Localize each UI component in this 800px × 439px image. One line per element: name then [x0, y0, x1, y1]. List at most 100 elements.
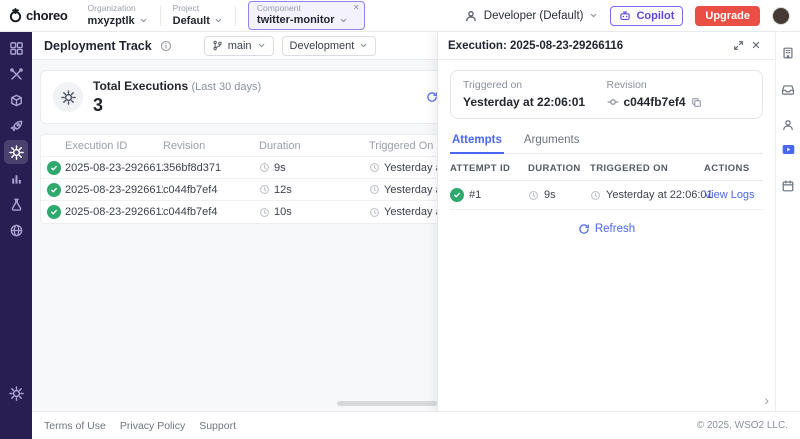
choreo-logo-icon — [8, 8, 23, 23]
support-link[interactable]: Support — [199, 420, 236, 432]
chevron-down-icon — [359, 41, 368, 50]
project-value: Default — [172, 14, 210, 27]
clock-icon — [590, 190, 601, 201]
success-check-icon — [47, 205, 61, 219]
drawer-body: Triggered on Yesterday at 22:06:01 Revis… — [438, 60, 775, 411]
col-triggered-on: TRIGGERED ON — [590, 163, 669, 174]
calendar-icon[interactable] — [781, 179, 795, 193]
close-icon[interactable]: ✕ — [747, 37, 765, 55]
chevron-down-icon — [339, 16, 348, 25]
developer-profile-icon — [464, 9, 478, 23]
clock-icon — [369, 162, 380, 173]
sidebar-item-observability[interactable] — [4, 166, 28, 190]
execution-id: 2025-08-23-29266114 — [65, 206, 163, 218]
col-execution-id: Execution ID — [65, 139, 128, 152]
horizontal-scrollbar[interactable] — [337, 401, 437, 406]
sidebar-item-dependencies[interactable] — [4, 218, 28, 242]
clear-component-icon[interactable]: ✕ — [353, 3, 360, 12]
info-icon[interactable] — [160, 40, 172, 52]
revision: 356bf8d371 — [163, 161, 222, 174]
divider — [234, 5, 236, 26]
copy-icon[interactable] — [691, 97, 702, 108]
clock-icon — [259, 162, 270, 173]
right-icon-strip — [775, 32, 800, 411]
execution-drawer: Execution: 2025-08-23-29266116 ✕ Trigger… — [437, 32, 775, 411]
gear-icon — [8, 144, 24, 160]
sidebar-item-settings[interactable] — [4, 381, 28, 405]
col-duration: DURATION — [528, 163, 581, 174]
tab-attempts[interactable]: Attempts — [450, 131, 504, 154]
drawer-title: Execution: 2025-08-23-29266116 — [448, 39, 624, 52]
duration: 12s — [274, 183, 292, 196]
success-check-icon — [47, 182, 61, 197]
logo-text: choreo — [26, 8, 68, 23]
account-icon[interactable] — [781, 118, 795, 132]
globe-icon — [9, 223, 24, 238]
profile-switcher-label: Developer (Default) — [483, 9, 584, 22]
package-icon — [9, 93, 24, 108]
upgrade-button[interactable]: Upgrade — [695, 5, 760, 26]
copilot-button[interactable]: Copilot — [610, 5, 684, 26]
page-title: Deployment Track — [44, 38, 152, 53]
sidebar-item-builds[interactable] — [4, 88, 28, 112]
inbox-icon[interactable] — [781, 82, 795, 96]
privacy-link[interactable]: Privacy Policy — [120, 420, 185, 432]
app-root: choreo Organization mxyzptlk Project Def… — [0, 0, 800, 439]
settings-gear-icon — [8, 385, 24, 401]
copilot-button-label: Copilot — [636, 9, 675, 22]
refresh-icon — [578, 223, 590, 235]
clock-icon — [369, 207, 380, 218]
component-selector[interactable]: ✕ Component twitter-monitor — [247, 0, 365, 31]
sidebar-item-deploy[interactable] — [4, 114, 28, 138]
attempts-table-header: ATTEMPT ID DURATION TRIGGERED ON ACTIONS — [450, 154, 763, 181]
profile-switcher[interactable]: Developer (Default) — [464, 9, 599, 23]
choreo-logo[interactable]: choreo — [8, 8, 68, 23]
success-check-icon — [47, 160, 61, 175]
crossed-tools-icon — [9, 67, 24, 82]
project-selector[interactable]: Project Default — [165, 3, 231, 27]
user-avatar[interactable] — [772, 6, 790, 25]
col-duration: Duration — [259, 139, 301, 152]
total-executions-count: 3 — [93, 94, 104, 115]
expand-icon[interactable] — [729, 37, 747, 55]
executions-gear-icon — [53, 82, 83, 112]
revision: c044fb7ef4 — [163, 206, 218, 218]
git-branch-icon — [212, 40, 223, 51]
triggered-on-label: Triggered on — [463, 79, 523, 91]
commit-icon — [607, 96, 619, 108]
chevron-right-icon[interactable]: › — [764, 393, 769, 407]
col-actions: ACTIONS — [704, 163, 750, 174]
tab-arguments[interactable]: Arguments — [522, 131, 582, 153]
attempts-refresh-button[interactable]: Refresh — [450, 223, 763, 235]
sidebar-item-devops[interactable] — [4, 140, 28, 164]
execution-info-card: Triggered on Yesterday at 22:06:01 Revis… — [450, 70, 763, 119]
sidebar-item-overview[interactable] — [4, 36, 28, 60]
attempt-row: #1 9s Yesterday at 22:06:01 View Logs — [450, 181, 763, 210]
environment-selector[interactable]: Development — [281, 35, 377, 56]
bar-chart-icon — [9, 171, 24, 186]
terms-link[interactable]: Terms of Use — [44, 420, 106, 432]
branch-selector[interactable]: main — [203, 35, 274, 56]
organization-value: mxyzptlk — [87, 14, 135, 27]
divider — [159, 5, 161, 26]
duration: 9s — [274, 161, 286, 174]
sidebar-item-components[interactable] — [4, 62, 28, 86]
branch-name: main — [227, 39, 252, 52]
attempt-id: #1 — [469, 189, 482, 201]
success-check-icon — [450, 188, 464, 202]
flask-icon — [9, 197, 24, 212]
footer: Terms of Use Privacy Policy Support © 20… — [32, 411, 800, 439]
chevron-down-icon — [589, 11, 598, 20]
organization-selector[interactable]: Organization mxyzptlk — [80, 3, 156, 27]
sidebar-item-test[interactable] — [4, 192, 28, 216]
rocket-icon — [9, 119, 24, 134]
view-logs-link[interactable]: View Logs — [704, 189, 763, 201]
organization-label: Organization — [87, 3, 136, 14]
organization-icon[interactable] — [781, 46, 795, 60]
clock-icon — [369, 184, 380, 195]
col-attempt-id: ATTEMPT ID — [450, 163, 511, 174]
runtime-logs-icon[interactable] — [781, 142, 796, 157]
drawer-tabs: Attempts Arguments — [450, 131, 763, 154]
project-label: Project — [172, 3, 200, 14]
col-revision: Revision — [163, 139, 206, 152]
